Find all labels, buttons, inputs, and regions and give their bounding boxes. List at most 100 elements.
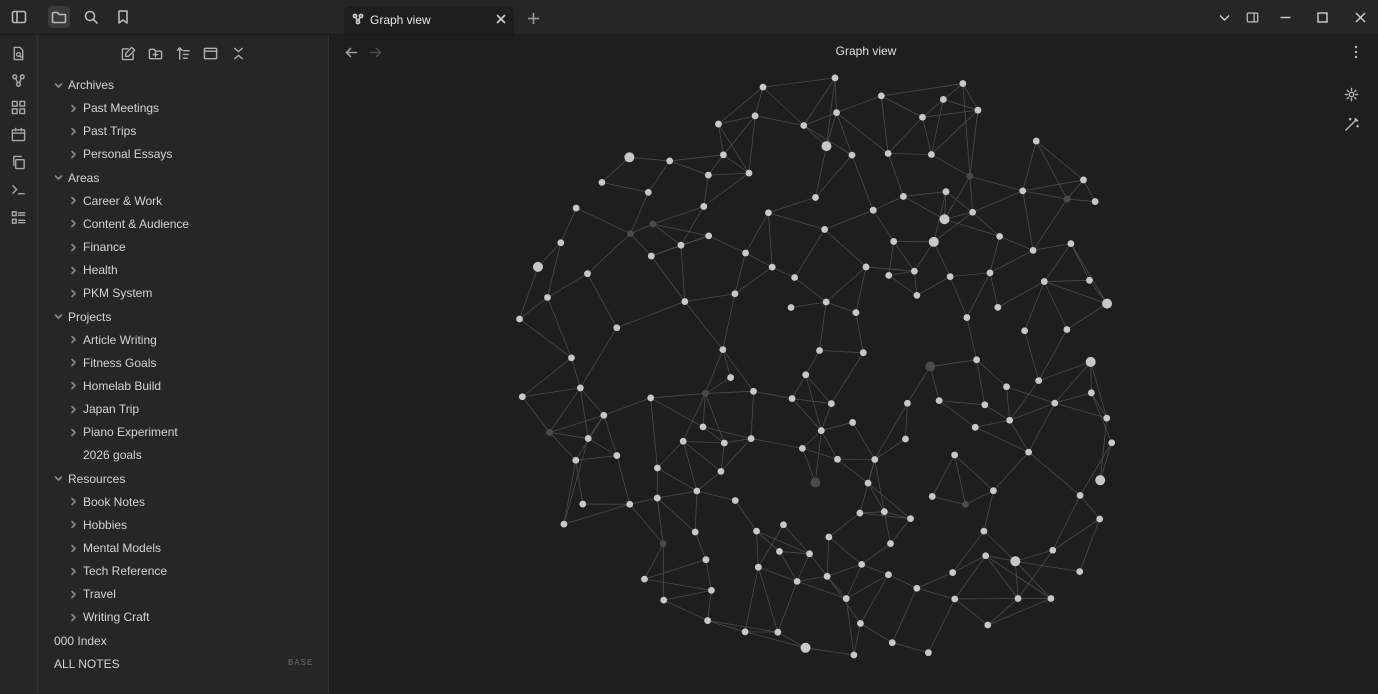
graph-node[interactable] <box>849 419 857 426</box>
graph-node[interactable] <box>969 208 976 216</box>
graph-node[interactable] <box>704 171 712 179</box>
graph-node[interactable] <box>928 151 935 158</box>
graph-node[interactable] <box>984 621 992 629</box>
folder-item-personal-essays[interactable]: Personal Essays <box>67 144 172 164</box>
chevron-right-icon[interactable] <box>67 102 79 114</box>
graph-node[interactable] <box>831 74 839 82</box>
minimize-icon[interactable] <box>1273 6 1297 28</box>
graph-node[interactable] <box>821 141 832 152</box>
graph-node[interactable] <box>858 560 866 568</box>
graph-node[interactable] <box>704 617 712 624</box>
bookmark-icon[interactable] <box>112 6 134 28</box>
graph-node[interactable] <box>598 178 606 186</box>
graph-node[interactable] <box>798 444 806 452</box>
graph-node[interactable] <box>717 468 725 475</box>
graph-node[interactable] <box>946 273 954 280</box>
chevron-right-icon[interactable] <box>67 125 79 137</box>
graph-node[interactable] <box>994 303 1002 311</box>
graph-node[interactable] <box>702 556 710 564</box>
graph-node[interactable] <box>981 401 989 409</box>
graph-node[interactable] <box>800 642 811 653</box>
chevron-right-icon[interactable] <box>67 403 79 415</box>
graph-node[interactable] <box>788 395 796 402</box>
graph-node[interactable] <box>817 427 825 434</box>
graph-node[interactable] <box>971 423 979 431</box>
graph-node[interactable] <box>751 112 759 120</box>
open-quick-switcher-icon[interactable] <box>9 44 27 62</box>
more-options-icon[interactable] <box>1347 43 1365 61</box>
graph-node[interactable] <box>924 649 932 657</box>
file-item-000-index[interactable]: 000 Index <box>54 631 107 651</box>
graph-node[interactable] <box>677 241 685 249</box>
graph-node[interactable] <box>890 238 898 245</box>
graph-node[interactable] <box>1029 247 1037 254</box>
graph-node[interactable] <box>701 390 709 397</box>
graph-node[interactable] <box>731 497 739 504</box>
graph-node[interactable] <box>613 452 621 459</box>
toggle-right-sidebar-icon[interactable] <box>1240 6 1264 28</box>
graph-node[interactable] <box>516 315 523 323</box>
graph-node[interactable] <box>753 527 760 535</box>
graph-node[interactable] <box>919 113 926 121</box>
graph-node[interactable] <box>812 194 819 201</box>
graph-node[interactable] <box>681 298 689 305</box>
graph-node[interactable] <box>691 528 699 536</box>
graph-node[interactable] <box>1085 356 1096 367</box>
folder-item-past-meetings[interactable]: Past Meetings <box>67 98 159 118</box>
folder-item-health[interactable]: Health <box>67 260 118 280</box>
chevron-right-icon[interactable] <box>67 519 79 531</box>
chevron-down-icon[interactable] <box>52 79 64 91</box>
folder-item-travel[interactable]: Travel <box>67 584 116 604</box>
graph-node[interactable] <box>885 571 892 579</box>
graph-node[interactable] <box>951 451 959 459</box>
graph-node[interactable] <box>754 563 762 571</box>
graph-node[interactable] <box>584 435 592 442</box>
folder-item-content-audience[interactable]: Content & Audience <box>67 214 189 234</box>
graph-node[interactable] <box>719 346 727 354</box>
collapse-all-icon[interactable] <box>228 43 248 63</box>
graph-node[interactable] <box>959 80 967 87</box>
graph-node[interactable] <box>546 429 553 436</box>
graph-node[interactable] <box>1076 568 1084 576</box>
graph-node[interactable] <box>1051 399 1059 407</box>
chevron-right-icon[interactable] <box>67 334 79 346</box>
graph-node[interactable] <box>942 188 950 196</box>
chevron-right-icon[interactable] <box>67 380 79 392</box>
folder-item-homelab-build[interactable]: Homelab Build <box>67 376 161 396</box>
graph-node[interactable] <box>780 521 787 529</box>
graph-node[interactable] <box>793 577 801 585</box>
graph-node[interactable] <box>1025 448 1033 456</box>
tab-graph-view[interactable]: Graph view <box>344 6 514 34</box>
folder-item-fitness-goals[interactable]: Fitness Goals <box>67 353 156 373</box>
graph-node[interactable] <box>884 150 892 157</box>
graph-node[interactable] <box>850 651 858 659</box>
graph-node[interactable] <box>1067 240 1075 248</box>
folder-item-tech-reference[interactable]: Tech Reference <box>67 561 167 581</box>
graph-node[interactable] <box>727 374 735 381</box>
files-icon[interactable] <box>48 6 70 28</box>
graph-node[interactable] <box>715 120 722 128</box>
folder-item-career-work[interactable]: Career & Work <box>67 191 162 211</box>
graph-node[interactable] <box>627 230 634 238</box>
graph-node[interactable] <box>1035 377 1043 385</box>
graph-node[interactable] <box>1021 327 1029 335</box>
canvas-icon[interactable] <box>9 98 27 116</box>
toggle-sidebar-icon[interactable] <box>8 6 30 28</box>
graph-node[interactable] <box>800 122 808 129</box>
graph-node[interactable] <box>902 435 909 443</box>
graph-node[interactable] <box>600 411 608 419</box>
graph-node[interactable] <box>1102 298 1113 309</box>
graph-node[interactable] <box>951 595 959 603</box>
file-item-all-notes[interactable]: ALL NOTES <box>54 654 120 674</box>
sort-order-icon[interactable] <box>173 43 193 63</box>
graph-node[interactable] <box>939 214 950 225</box>
chevron-down-icon[interactable] <box>52 172 64 184</box>
graph-node[interactable] <box>644 188 652 196</box>
graph-node[interactable] <box>759 83 767 91</box>
calendar-icon[interactable] <box>9 125 27 143</box>
animate-wand-icon[interactable] <box>1341 114 1361 134</box>
graph-node[interactable] <box>1014 595 1022 602</box>
maximize-icon[interactable] <box>1310 6 1334 28</box>
graph-node[interactable] <box>856 620 864 627</box>
graph-node[interactable] <box>700 203 708 210</box>
